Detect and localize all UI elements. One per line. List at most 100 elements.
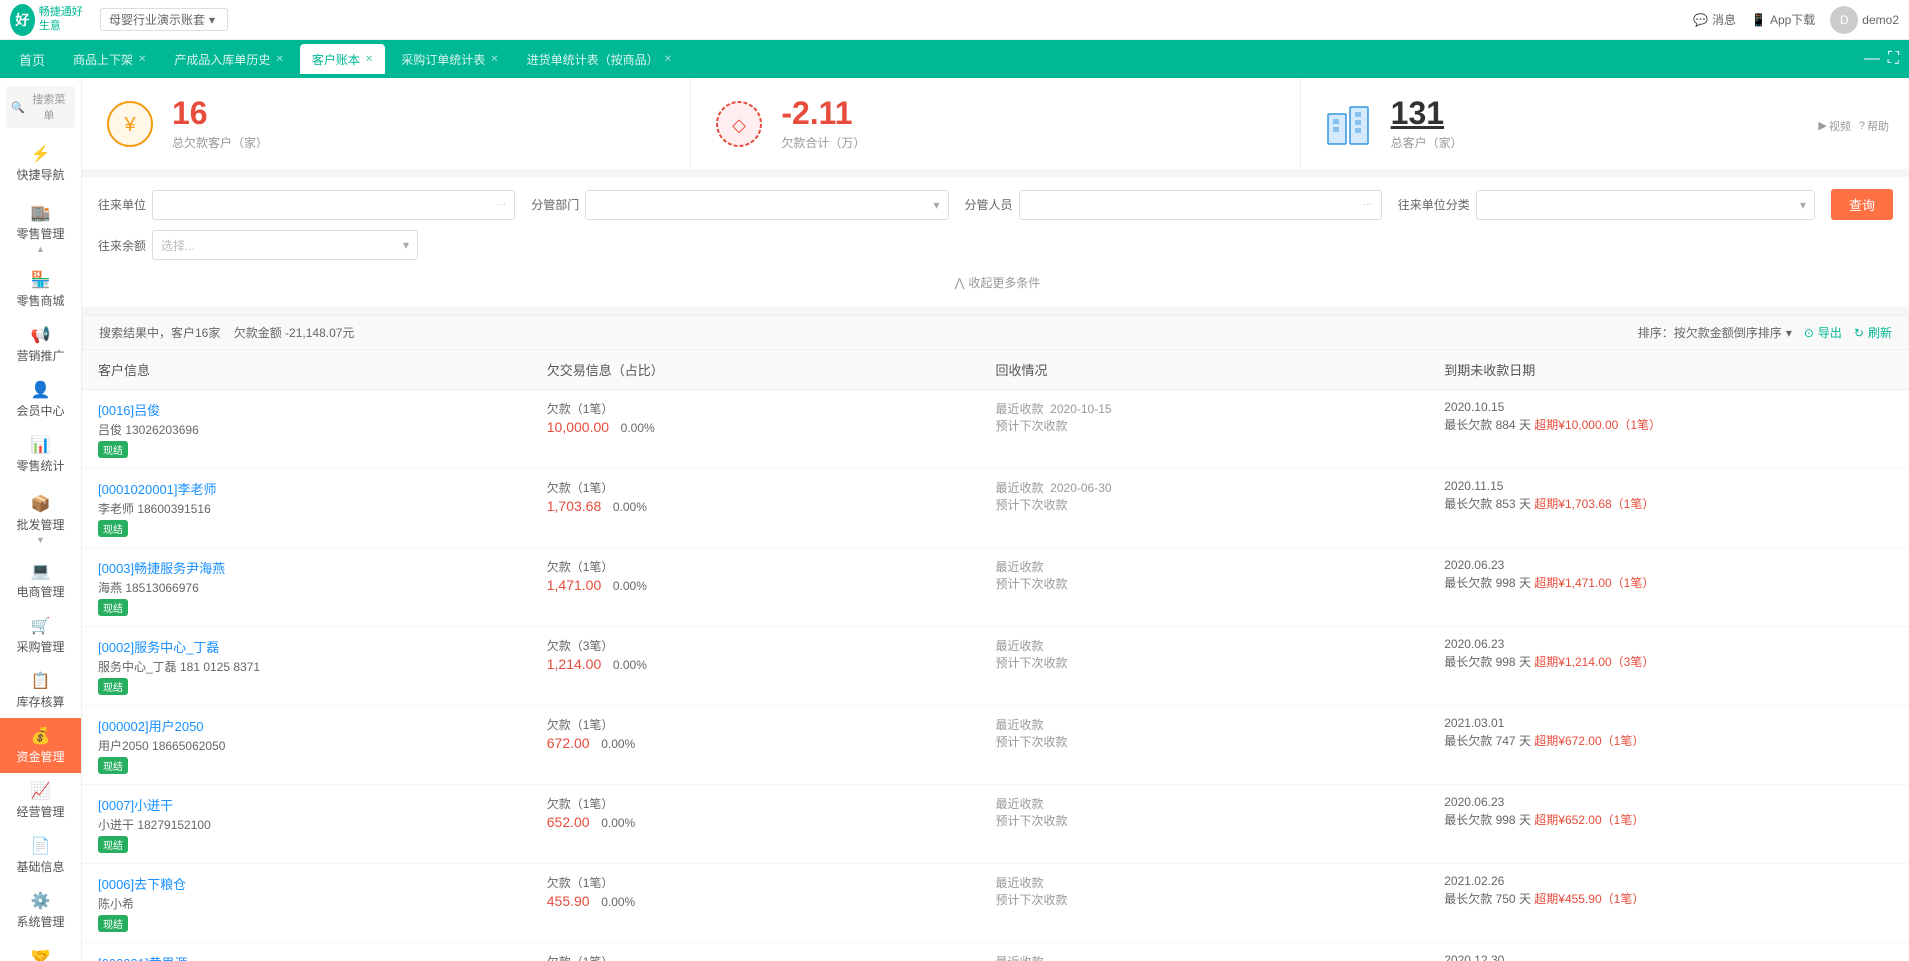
member-icon: 👤 bbox=[31, 380, 51, 400]
debt-amount: 1,471.00 bbox=[547, 577, 602, 593]
video-button[interactable]: ▶ 视频 bbox=[1818, 118, 1850, 134]
store-selector[interactable]: 母婴行业演示账套 ▾ bbox=[100, 8, 228, 31]
customer-name-link[interactable]: [0002]服务中心_丁磊 bbox=[98, 637, 547, 656]
finance-icon: 💰 bbox=[31, 726, 51, 746]
customer-phone: 服务中心_丁磊 181 0125 8371 bbox=[98, 658, 547, 675]
overdue-amount-link[interactable]: 超期¥10,000.00（1笔） bbox=[1534, 418, 1661, 432]
refresh-button[interactable]: ↻ 刷新 bbox=[1854, 324, 1892, 341]
sidebar-item-label: 资金管理 bbox=[16, 748, 64, 765]
sidebar-item-enterprise-collab[interactable]: 🤝 企业协同 bbox=[0, 938, 81, 961]
user-avatar-button[interactable]: D demo2 bbox=[1830, 6, 1899, 34]
tab-inventory-stat[interactable]: 进货单统计表（按商品） ✕ bbox=[515, 44, 684, 74]
overdue-date: 2021.02.26 bbox=[1444, 874, 1893, 888]
tab-production-history[interactable]: 产成品入库单历史 ✕ bbox=[162, 44, 295, 74]
debt-count: 欠款（1笔） bbox=[547, 558, 996, 575]
unit-class-input[interactable]: ▾ bbox=[1476, 190, 1815, 220]
customer-info-cell: [0003]畅捷服务尹海燕 海燕 18513066976 现结 bbox=[98, 558, 547, 616]
dept-input[interactable]: ▾ bbox=[585, 190, 948, 220]
overdue-amount-link[interactable]: 超期¥1,471.00（1笔） bbox=[1534, 576, 1654, 590]
from-balance-input[interactable]: 选择... ▾ bbox=[152, 230, 418, 260]
stat-icon-debt-customers: ¥ bbox=[102, 96, 157, 151]
basic-info-icon: 📄 bbox=[31, 836, 51, 856]
sidebar-item-label: 营销推广 bbox=[16, 347, 64, 364]
recent-collection-label: 最近收款 bbox=[996, 795, 1445, 812]
svg-text:◇: ◇ bbox=[732, 115, 746, 135]
tab-customer-account[interactable]: 客户账本 ✕ bbox=[300, 44, 385, 74]
sidebar-item-ecommerce[interactable]: 💻 电商管理 bbox=[0, 553, 81, 608]
debt-amount: 1,703.68 bbox=[547, 498, 602, 514]
sidebar-item-retail-mgmt[interactable]: 🏬 零售管理 ▲ bbox=[0, 195, 81, 262]
sidebar-item-inventory-check[interactable]: 📋 库存核算 bbox=[0, 663, 81, 718]
overdue-amount-link[interactable]: 超期¥652.00（1笔） bbox=[1534, 813, 1644, 827]
overdue-amount-link[interactable]: 超期¥455.90（1笔） bbox=[1534, 892, 1644, 906]
filter-more-toggle[interactable]: ⋀ 收起更多条件 bbox=[98, 270, 1893, 295]
operations-icon: 📈 bbox=[31, 781, 51, 801]
sidebar-item-retail-mall[interactable]: 🏪 零售商城 bbox=[0, 262, 81, 317]
next-collection: 预计下次收款 bbox=[996, 891, 1445, 908]
customer-tag: 现结 bbox=[98, 915, 128, 932]
close-icon[interactable]: ✕ bbox=[490, 54, 498, 65]
customer-name-link[interactable]: [0003]畅捷服务尹海燕 bbox=[98, 558, 547, 577]
debt-info-cell: 欠款（1笔） 672.00 0.00% bbox=[547, 716, 996, 751]
tab-home[interactable]: 首页 bbox=[7, 44, 57, 74]
chevron-down-icon: ▾ bbox=[209, 13, 215, 27]
close-icon[interactable]: ✕ bbox=[664, 54, 672, 65]
customer-info-cell: [0002]服务中心_丁磊 服务中心_丁磊 181 0125 8371 现结 bbox=[98, 637, 547, 695]
tab-products-toggle[interactable]: 商品上下架 ✕ bbox=[61, 44, 158, 74]
close-icon[interactable]: ✕ bbox=[365, 54, 373, 65]
sidebar-item-operations-mgmt[interactable]: 📈 经营管理 bbox=[0, 773, 81, 828]
sidebar-item-finance-mgmt[interactable]: 💰 资金管理 bbox=[0, 718, 81, 773]
tab-maximize-icon[interactable]: ⛶ bbox=[1888, 50, 1899, 68]
header-return: 回收情况 bbox=[996, 360, 1445, 379]
svg-text:¥: ¥ bbox=[123, 114, 136, 136]
sidebar-item-member-center[interactable]: 👤 会员中心 bbox=[0, 372, 81, 427]
customer-info-cell: [0001020001]李老师 李老师 18600391516 现结 bbox=[98, 479, 547, 537]
result-text: 搜索结果中，客户16家 欠款金额 -21,148.07元 bbox=[99, 324, 354, 341]
next-collection: 预计下次收款 bbox=[996, 654, 1445, 671]
customer-name-link[interactable]: [0006]去下粮仓 bbox=[98, 874, 547, 893]
debt-count: 欠款（1笔） bbox=[547, 795, 996, 812]
customer-name-link[interactable]: [000002]用户2050 bbox=[98, 716, 547, 735]
message-button[interactable]: 💬 消息 bbox=[1693, 11, 1736, 28]
stat-label-debt-customers: 总欠款客户（家） bbox=[172, 134, 670, 151]
overdue-amount-link[interactable]: 超期¥672.00（1笔） bbox=[1534, 734, 1644, 748]
customer-name-link[interactable]: [000001]黄思源 bbox=[98, 953, 547, 961]
batch-icon: 📦 bbox=[31, 494, 51, 514]
close-icon[interactable]: ✕ bbox=[138, 54, 146, 65]
table-row: [0003]畅捷服务尹海燕 海燕 18513066976 现结 欠款（1笔） 1… bbox=[82, 548, 1909, 627]
customer-name-link[interactable]: [0007]小迸干 bbox=[98, 795, 547, 814]
overdue-cell: 2020.06.23 最长欠款 998 天 超期¥1,471.00（1笔） bbox=[1444, 558, 1893, 591]
search-button[interactable]: 查询 bbox=[1831, 189, 1893, 220]
debt-ratio: 0.00% bbox=[613, 658, 647, 672]
sidebar-item-system-mgmt[interactable]: ⚙️ 系统管理 bbox=[0, 883, 81, 938]
sidebar-item-batch-mgmt[interactable]: 📦 批发管理 ▼ bbox=[0, 486, 81, 553]
help-button[interactable]: ? 帮助 bbox=[1859, 118, 1889, 134]
sort-selector[interactable]: 排序：按欠款金额倒序排序 ▾ bbox=[1638, 324, 1792, 341]
download-icon: 📱 bbox=[1751, 13, 1766, 27]
main-layout: 🔍 搜索菜单 ⚡ 快捷导航 🏬 零售管理 ▲ 🏪 零售商城 📢 营销推广 👤 会… bbox=[0, 78, 1909, 961]
overdue-amount-link[interactable]: 超期¥1,214.00（3笔） bbox=[1534, 655, 1654, 669]
filter-row-1: 往来单位 ··· 分管部门 ▾ 分管人员 ··· bbox=[98, 189, 1893, 220]
stat-icon-debt-amount: ◇ bbox=[711, 96, 766, 151]
sidebar-item-quick-nav[interactable]: ⚡ 快捷导航 bbox=[0, 136, 81, 191]
sidebar-item-marketing[interactable]: 📢 营销推广 bbox=[0, 317, 81, 372]
export-button[interactable]: ⊙ 导出 bbox=[1804, 324, 1842, 341]
close-icon[interactable]: ✕ bbox=[275, 54, 283, 65]
search-menu-button[interactable]: 🔍 搜索菜单 bbox=[6, 86, 75, 128]
manager-input[interactable]: ··· bbox=[1019, 190, 1382, 220]
tab-purchase-order[interactable]: 采购订单统计表 ✕ bbox=[389, 44, 510, 74]
sidebar-item-basic-info[interactable]: 📄 基础信息 bbox=[0, 828, 81, 883]
app-download-button[interactable]: 📱 App下载 bbox=[1751, 11, 1815, 28]
sidebar-item-purchase-mgmt[interactable]: 🛒 采购管理 bbox=[0, 608, 81, 663]
debt-ratio: 0.00% bbox=[613, 500, 647, 514]
collab-icon: 🤝 bbox=[31, 946, 51, 961]
overdue-date: 2020.11.15 bbox=[1444, 479, 1893, 493]
sidebar-item-retail-stats[interactable]: 📊 零售统计 bbox=[0, 427, 81, 482]
from-unit-input[interactable]: ··· bbox=[152, 190, 515, 220]
customer-name-link[interactable]: [0001020001]李老师 bbox=[98, 479, 547, 498]
ecommerce-icon: 💻 bbox=[31, 561, 51, 581]
overdue-amount-link[interactable]: 超期¥1,703.68（1笔） bbox=[1534, 497, 1654, 511]
retail-mall-icon: 🏪 bbox=[31, 270, 51, 290]
customer-name-link[interactable]: [0016]吕俊 bbox=[98, 400, 547, 419]
tab-minimize-icon[interactable]: — bbox=[1864, 50, 1880, 68]
